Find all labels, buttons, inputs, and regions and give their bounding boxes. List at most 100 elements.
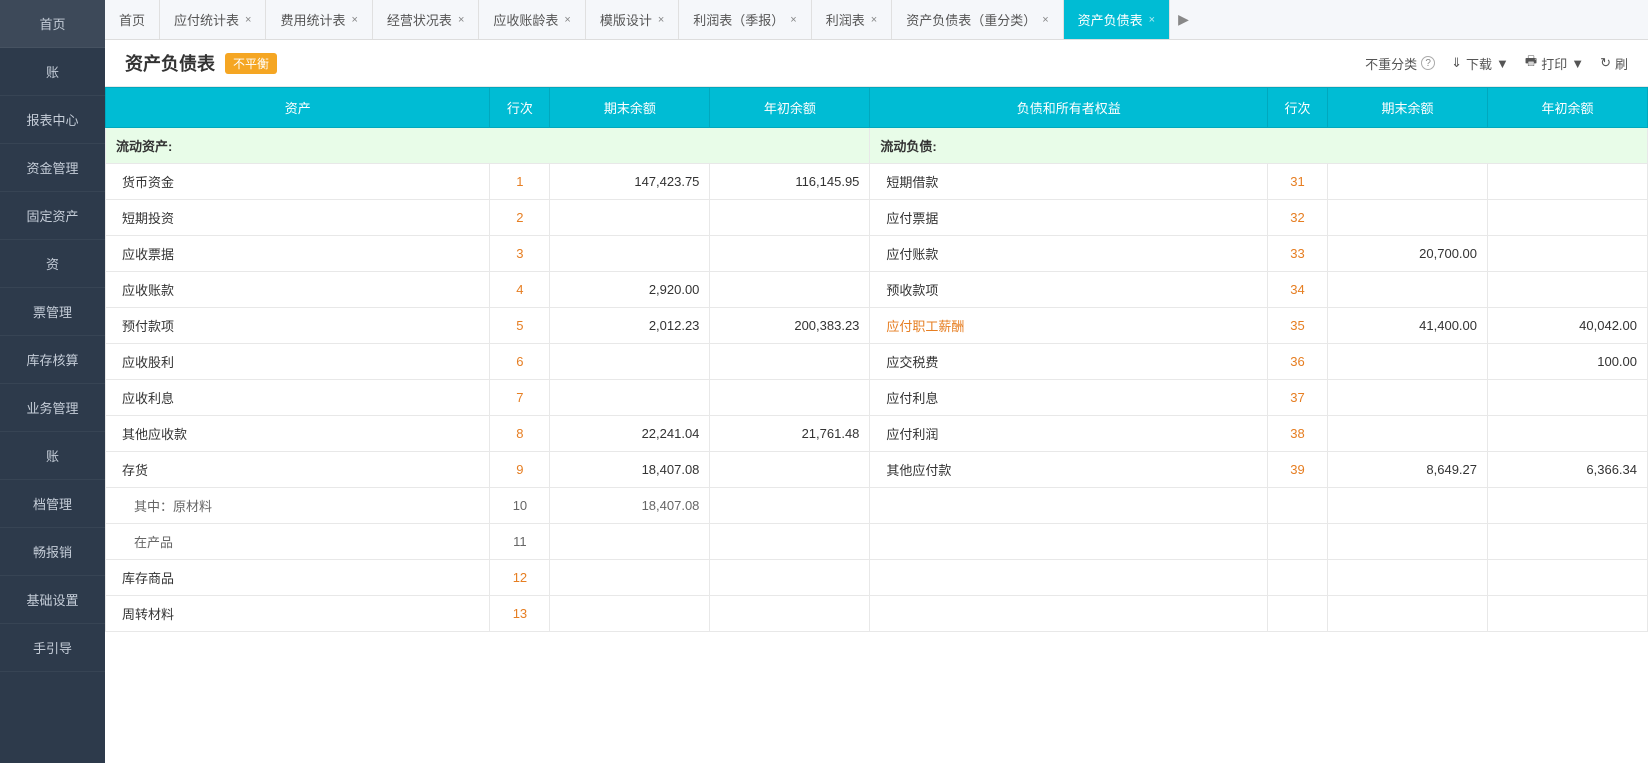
tab-expense-stats[interactable]: 费用统计表 × (266, 0, 372, 40)
close-icon[interactable]: × (658, 14, 664, 26)
right-num: 38 (1268, 416, 1328, 452)
left-item: 预付款项 (106, 308, 490, 344)
sidebar-item-ledger[interactable]: 账 (0, 432, 105, 480)
table-row[interactable]: 货币资金 1 147,423.75 116,145.95 短期借款 31 (106, 164, 1648, 200)
right-num: 39 (1268, 452, 1328, 488)
tab-profit-quarterly[interactable]: 利润表（季报） × (679, 0, 811, 40)
close-icon[interactable]: × (458, 14, 464, 26)
left-num: 2 (490, 200, 550, 236)
tab-home[interactable]: 首页 (105, 0, 160, 40)
table-row[interactable]: 应收利息 7 应付利息 37 (106, 380, 1648, 416)
left-item: 应收票据 (106, 236, 490, 272)
unbalanced-badge: 不平衡 (225, 53, 277, 74)
tab-expense-stats-label: 费用统计表 (280, 10, 345, 29)
right-start: 6,366.34 (1488, 452, 1648, 488)
tab-payable-stats[interactable]: 应付统计表 × (160, 0, 266, 40)
sidebar-item-account[interactable]: 账 (0, 48, 105, 96)
download-icon: ⇓ (1451, 55, 1462, 71)
sub-left-item: 其中：原材料 (106, 488, 490, 524)
section-left-label: 流动资产: (106, 128, 870, 164)
right-item: 应付利息 (870, 380, 1268, 416)
tab-scroll-right[interactable]: ▶ (1170, 0, 1197, 40)
left-start (710, 200, 870, 236)
tab-profit[interactable]: 利润表 × (812, 0, 892, 40)
right-item (870, 560, 1268, 596)
right-end (1328, 272, 1488, 308)
close-icon[interactable]: × (245, 14, 251, 26)
download-button[interactable]: ⇓ 下载 ▼ (1451, 54, 1509, 73)
left-num: 9 (490, 452, 550, 488)
table-row[interactable]: 应收票据 3 应付账款 33 20,700.00 (106, 236, 1648, 272)
table-row[interactable]: 预付款项 5 2,012.23 200,383.23 应付职工薪酬 35 41,… (106, 308, 1648, 344)
left-end (550, 380, 710, 416)
table-row[interactable]: 应收股利 6 应交税费 36 100.00 (106, 344, 1648, 380)
tab-home-label: 首页 (119, 10, 145, 29)
col-end-balance-left: 期末余额 (550, 88, 710, 128)
sidebar-item-business[interactable]: 业务管理 (0, 384, 105, 432)
sidebar-item-guide[interactable]: 手引导 (0, 624, 105, 672)
sidebar-item-settings[interactable]: 基础设置 (0, 576, 105, 624)
tab-balance-reclassified-label: 资产负债表（重分类） (906, 10, 1036, 29)
right-end (1328, 416, 1488, 452)
balance-sheet-table: 资产 行次 期末余额 年初余额 负债和所有者权益 行次 期末余额 年初余额 流动… (105, 87, 1648, 632)
sub-left-start (710, 524, 870, 560)
left-item: 库存商品 (106, 560, 490, 596)
tab-template-design[interactable]: 模版设计 × (586, 0, 679, 40)
sidebar-item-archive[interactable]: 档管理 (0, 480, 105, 528)
left-item: 应收利息 (106, 380, 490, 416)
right-num: 37 (1268, 380, 1328, 416)
left-item: 其他应收款 (106, 416, 490, 452)
left-item: 周转材料 (106, 596, 490, 632)
left-end: 2,920.00 (550, 272, 710, 308)
sidebar-item-assets[interactable]: 资 (0, 240, 105, 288)
right-item (870, 596, 1268, 632)
sub-right-item (870, 524, 1268, 560)
table-row[interactable]: 存货 9 18,407.08 其他应付款 39 8,649.27 6,366.3… (106, 452, 1648, 488)
table-row[interactable]: 周转材料 13 (106, 596, 1648, 632)
sidebar-item-funds[interactable]: 资金管理 (0, 144, 105, 192)
sidebar-item-expense[interactable]: 畅报销 (0, 528, 105, 576)
sub-left-start (710, 488, 870, 524)
right-start: 40,042.00 (1488, 308, 1648, 344)
category-label: 不重分类 (1365, 54, 1417, 73)
sidebar-item-tickets[interactable]: 票管理 (0, 288, 105, 336)
table-row[interactable]: 短期投资 2 应付票据 32 (106, 200, 1648, 236)
left-item: 应收股利 (106, 344, 490, 380)
close-icon[interactable]: × (351, 14, 357, 26)
sidebar-item-reports[interactable]: 报表中心 (0, 96, 105, 144)
refresh-button[interactable]: ↻ 刷 (1600, 54, 1628, 73)
left-item: 货币资金 (106, 164, 490, 200)
tab-operations[interactable]: 经营状况表 × (373, 0, 479, 40)
table-row[interactable]: 其他应收款 8 22,241.04 21,761.48 应付利润 38 (106, 416, 1648, 452)
sidebar: 首页 账 报表中心 资金管理 固定资产 资 票管理 库存核算 业务管理 账 档管… (0, 0, 105, 763)
col-assets: 资产 (106, 88, 490, 128)
sub-right-num (1268, 488, 1328, 524)
close-icon[interactable]: × (871, 14, 877, 26)
sidebar-item-fixed-assets[interactable]: 固定资产 (0, 192, 105, 240)
tab-balance-sheet[interactable]: 资产负债表 × (1064, 0, 1170, 40)
close-icon[interactable]: × (564, 14, 570, 26)
close-icon[interactable]: × (1042, 14, 1048, 26)
download-label: 下载 (1466, 54, 1492, 73)
chevron-down-icon: ▼ (1496, 56, 1509, 71)
print-button[interactable]: 🖶 打印 ▼ (1525, 52, 1584, 74)
left-start (710, 596, 870, 632)
tab-receivable-aging[interactable]: 应收账龄表 × (479, 0, 585, 40)
right-start (1488, 236, 1648, 272)
left-num: 4 (490, 272, 550, 308)
close-icon[interactable]: × (1149, 14, 1155, 26)
left-end: 22,241.04 (550, 416, 710, 452)
category-selector[interactable]: 不重分类 ? (1365, 54, 1435, 73)
table-row[interactable]: 应收账款 4 2,920.00 预收款项 34 (106, 272, 1648, 308)
sidebar-item-home[interactable]: 首页 (0, 0, 105, 48)
right-num: 33 (1268, 236, 1328, 272)
left-num: 1 (490, 164, 550, 200)
close-icon[interactable]: × (790, 14, 796, 26)
left-start (710, 452, 870, 488)
sidebar-item-inventory[interactable]: 库存核算 (0, 336, 105, 384)
right-end (1328, 164, 1488, 200)
tab-balance-reclassified[interactable]: 资产负债表（重分类） × (892, 0, 1063, 40)
left-item: 存货 (106, 452, 490, 488)
left-num: 3 (490, 236, 550, 272)
table-row[interactable]: 库存商品 12 (106, 560, 1648, 596)
